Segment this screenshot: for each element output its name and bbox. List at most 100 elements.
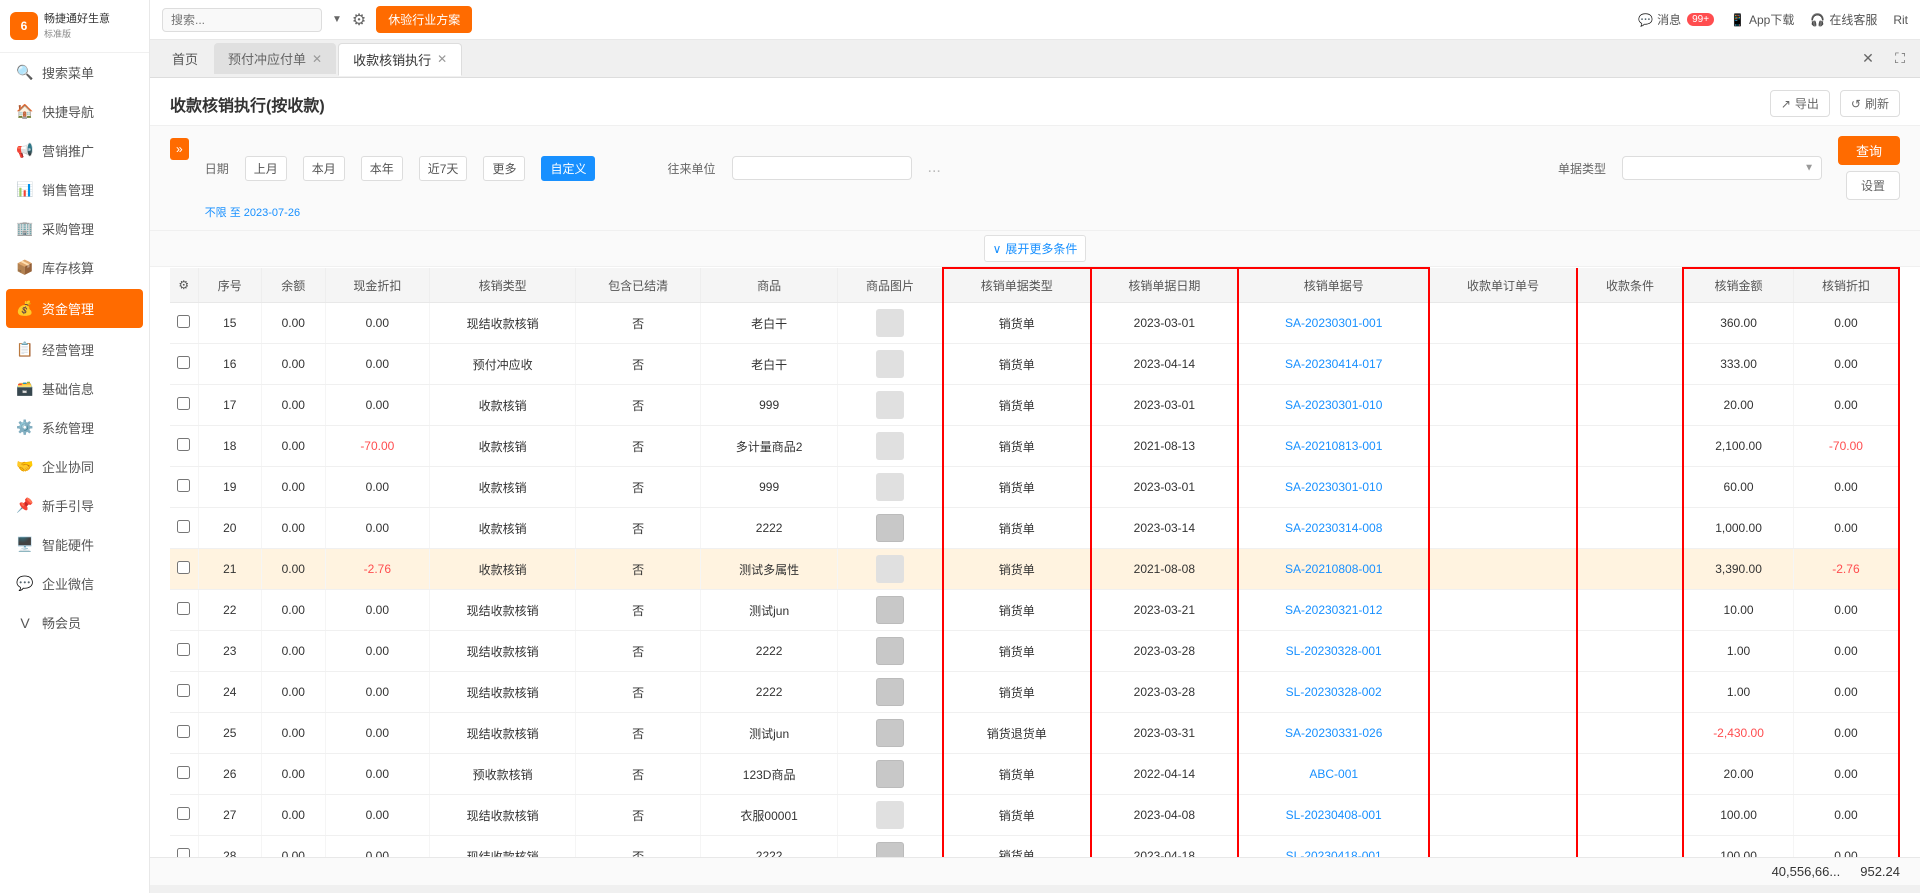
date-custom[interactable]: 自定义 <box>541 156 595 181</box>
row-checkbox[interactable] <box>177 684 190 697</box>
td-checkbox[interactable] <box>170 754 198 795</box>
bill-doc-no-link[interactable]: SA-20230331-026 <box>1285 726 1382 740</box>
td-checkbox[interactable] <box>170 385 198 426</box>
sidebar-item-marketing[interactable]: 📢 营销推广 <box>0 131 149 170</box>
bill-doc-no-link[interactable]: SA-20230414-017 <box>1285 357 1382 371</box>
sidebar-item-guide[interactable]: 📌 新手引导 <box>0 486 149 525</box>
bill-doc-no-link[interactable]: SA-20230301-010 <box>1285 398 1382 412</box>
online-service-item[interactable]: 🎧 在线客服 <box>1810 11 1877 28</box>
bill-doc-no-link[interactable]: SL-20230328-001 <box>1286 644 1382 658</box>
row-checkbox[interactable] <box>177 807 190 820</box>
sidebar-item-system[interactable]: ⚙️ 系统管理 <box>0 408 149 447</box>
td-verify-type: 现结收款核销 <box>430 836 576 858</box>
td-checkbox[interactable] <box>170 795 198 836</box>
sidebar-item-search[interactable]: 🔍 搜索菜单 <box>0 53 149 92</box>
bill-doc-no-link[interactable]: SA-20210808-001 <box>1285 562 1382 576</box>
sidebar-item-hardware[interactable]: 🖥️ 智能硬件 <box>0 525 149 564</box>
row-checkbox[interactable] <box>177 725 190 738</box>
dropdown-icon[interactable]: ▼ <box>332 14 342 25</box>
sidebar-item-member[interactable]: V 畅会员 <box>0 603 149 642</box>
table-wrap[interactable]: ⚙ 序号 余额 现金折扣 核销类型 包含已结清 商品 商品图片 核销单据类型 核… <box>150 267 1920 857</box>
tab-prepay[interactable]: 预付冲应付单 ✕ <box>214 43 336 74</box>
bill-doc-no-link[interactable]: SL-20230418-001 <box>1286 849 1382 857</box>
sidebar-item-quicknav[interactable]: 🏠 快捷导航 <box>0 92 149 131</box>
sidebar-item-inventory[interactable]: 📦 库存核算 <box>0 248 149 287</box>
export-button[interactable]: ↗ 导出 <box>1770 90 1830 117</box>
td-checkbox[interactable] <box>170 672 198 713</box>
bill-doc-no-link[interactable]: SL-20230328-002 <box>1286 685 1382 699</box>
sidebar-item-wechat[interactable]: 💬 企业微信 <box>0 564 149 603</box>
bill-doc-no-link[interactable]: SL-20230408-001 <box>1286 808 1382 822</box>
td-bill-doc-type: 销货单 <box>943 631 1091 672</box>
td-checkbox[interactable] <box>170 590 198 631</box>
date-last-month[interactable]: 上月 <box>245 156 287 181</box>
dots-icon[interactable]: ... <box>928 159 941 177</box>
date-7days[interactable]: 近7天 <box>419 156 468 181</box>
row-checkbox[interactable] <box>177 356 190 369</box>
row-checkbox[interactable] <box>177 561 190 574</box>
date-more[interactable]: 更多 <box>483 156 525 181</box>
close-tab-button[interactable]: ✕ <box>1856 47 1880 71</box>
row-checkbox[interactable] <box>177 397 190 410</box>
message-icon: 💬 <box>1638 13 1653 27</box>
row-checkbox[interactable] <box>177 315 190 328</box>
tab-prepay-close[interactable]: ✕ <box>312 52 322 66</box>
td-bill-doc-date: 2023-03-01 <box>1091 385 1239 426</box>
th-recv-order: 收款单订单号 <box>1429 268 1577 303</box>
td-verify-type: 现结收款核销 <box>430 713 576 754</box>
row-checkbox[interactable] <box>177 479 190 492</box>
settings-button[interactable]: 设置 <box>1846 171 1900 200</box>
refresh-button[interactable]: ↺ 刷新 <box>1840 90 1900 117</box>
app-download-item[interactable]: 📱 App下载 <box>1730 11 1794 28</box>
sidebar-item-sales[interactable]: 📊 销售管理 <box>0 170 149 209</box>
bill-doc-no-link[interactable]: SA-20230321-012 <box>1285 603 1382 617</box>
td-verify-amount: 2,100.00 <box>1683 426 1793 467</box>
bill-doc-no-link[interactable]: SA-20230314-008 <box>1285 521 1382 535</box>
row-checkbox[interactable] <box>177 520 190 533</box>
enterprise-icon: 🤝 <box>16 458 34 476</box>
tab-home[interactable]: 首页 <box>158 43 212 74</box>
td-checkbox[interactable] <box>170 549 198 590</box>
expand-tab-button[interactable]: ⛶ <box>1888 47 1912 71</box>
horizontal-scrollbar[interactable] <box>150 885 1920 893</box>
th-settings[interactable]: ⚙ <box>170 268 198 303</box>
date-this-month[interactable]: 本月 <box>303 156 345 181</box>
td-checkbox[interactable] <box>170 713 198 754</box>
search-icon: 🔍 <box>16 64 34 82</box>
sidebar-item-basic[interactable]: 🗃️ 基础信息 <box>0 369 149 408</box>
sidebar-item-finance[interactable]: 💰 资金管理 <box>6 289 143 328</box>
bill-doc-no-link[interactable]: SA-20210813-001 <box>1285 439 1382 453</box>
sidebar-item-purchase[interactable]: 🏢 采购管理 <box>0 209 149 248</box>
sidebar-item-enterprise[interactable]: 🤝 企业协同 <box>0 447 149 486</box>
tab-verify-close[interactable]: ✕ <box>437 52 447 66</box>
query-button[interactable]: 查询 <box>1838 136 1900 165</box>
bill-type-select[interactable] <box>1622 156 1822 180</box>
industry-solution-button[interactable]: 休验行业方案 <box>376 6 472 33</box>
expand-more-button[interactable]: ∨ 展开更多条件 <box>984 235 1087 262</box>
gear-icon[interactable]: ⚙ <box>352 10 366 30</box>
td-checkbox[interactable] <box>170 426 198 467</box>
bill-doc-no-link[interactable]: SA-20230301-010 <box>1285 480 1382 494</box>
row-checkbox[interactable] <box>177 602 190 615</box>
td-checkbox[interactable] <box>170 344 198 385</box>
filter-toggle-button[interactable]: » <box>170 138 189 160</box>
td-checkbox[interactable] <box>170 467 198 508</box>
td-checkbox[interactable] <box>170 836 198 858</box>
tab-verify[interactable]: 收款核销执行 ✕ <box>338 43 462 76</box>
bill-doc-no-link[interactable]: ABC-001 <box>1309 767 1358 781</box>
notification-item[interactable]: 💬 消息 99+ <box>1638 11 1714 28</box>
bill-doc-no-link[interactable]: SA-20230301-001 <box>1285 316 1382 330</box>
from-unit-input[interactable] <box>732 156 912 180</box>
user-item[interactable]: Rit <box>1893 13 1908 27</box>
th-include-settled: 包含已结清 <box>576 268 701 303</box>
row-checkbox[interactable] <box>177 438 190 451</box>
sidebar-item-management[interactable]: 📋 经营管理 <box>0 330 149 369</box>
search-input[interactable] <box>162 8 322 32</box>
row-checkbox[interactable] <box>177 643 190 656</box>
td-checkbox[interactable] <box>170 631 198 672</box>
row-checkbox[interactable] <box>177 766 190 779</box>
td-checkbox[interactable] <box>170 303 198 344</box>
row-checkbox[interactable] <box>177 848 190 857</box>
td-checkbox[interactable] <box>170 508 198 549</box>
date-this-year[interactable]: 本年 <box>361 156 403 181</box>
